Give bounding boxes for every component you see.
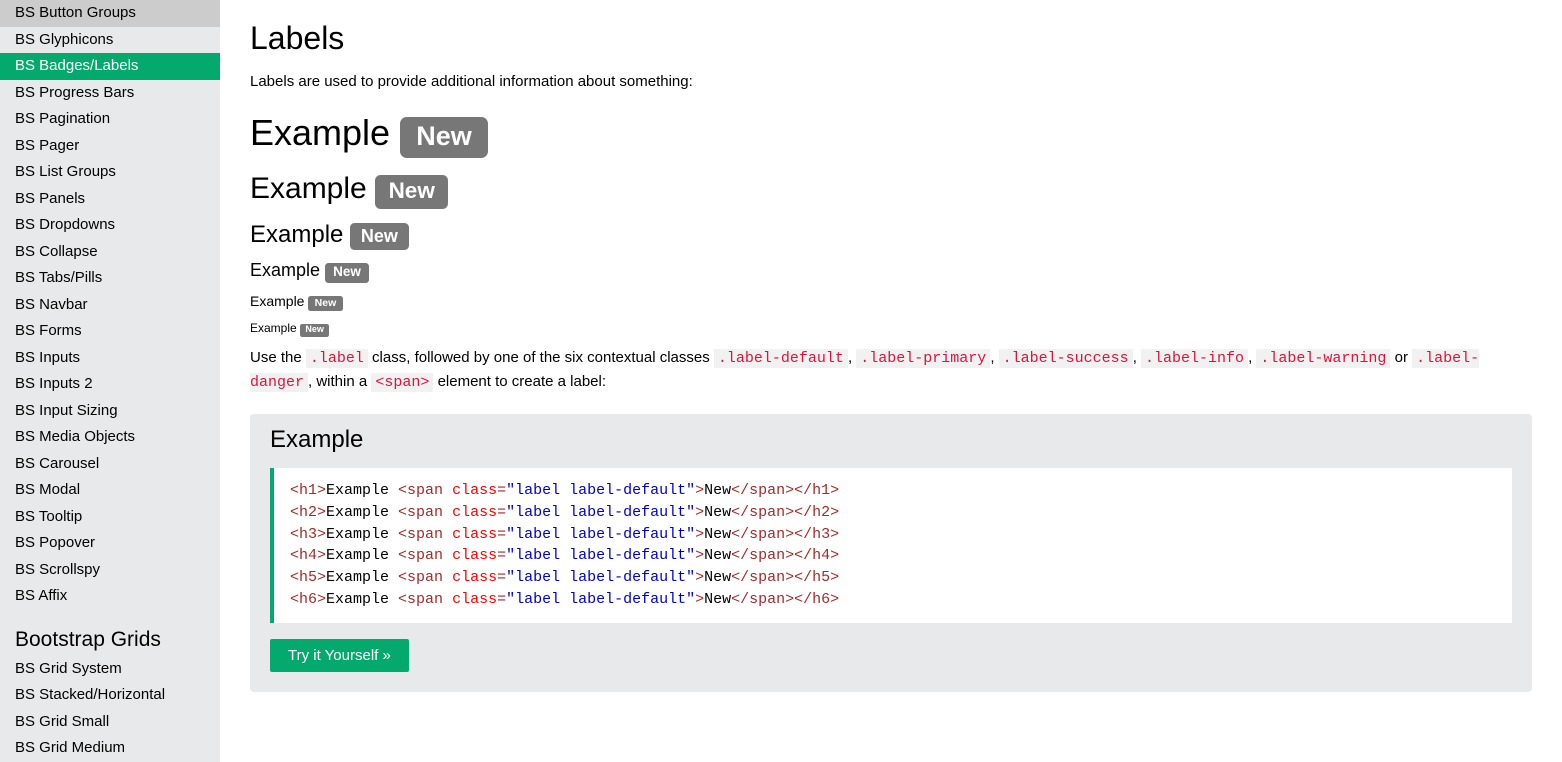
code-span: .label-warning (1256, 349, 1390, 368)
code-span: .label (306, 349, 368, 368)
sidebar-item[interactable]: BS Media Objects (0, 424, 220, 451)
example-text: Example (250, 221, 343, 248)
intro-text: Labels are used to provide additional in… (250, 71, 1532, 94)
label-badge: New (300, 324, 329, 337)
sidebar-item[interactable]: BS Stacked/Horizontal (0, 682, 220, 709)
code-span: .label-primary (856, 349, 990, 368)
sidebar-item[interactable]: BS Badges/Labels (0, 53, 220, 80)
label-badge: New (400, 117, 488, 157)
sidebar-item[interactable]: BS Popover (0, 530, 220, 557)
example-text: Example (250, 172, 367, 205)
sidebar-item[interactable]: BS Inputs (0, 345, 220, 372)
label-badge: New (375, 175, 448, 209)
sidebar-item[interactable]: BS Pagination (0, 106, 220, 133)
sidebar-item[interactable]: BS Grid Medium (0, 735, 220, 762)
main-content: Labels Labels are used to provide additi… (220, 0, 1562, 762)
sidebar-item[interactable]: BS Modal (0, 477, 220, 504)
code-block: <h1>Example <span class="label label-def… (270, 468, 1512, 623)
sidebar-item[interactable]: BS Forms (0, 318, 220, 345)
example-box: Example <h1>Example <span class="label l… (250, 414, 1532, 692)
example-text: Example (250, 260, 320, 280)
example-box-title: Example (270, 426, 1512, 454)
sidebar-item[interactable]: BS Grid System (0, 656, 220, 683)
sidebar-heading: Bootstrap Grids (0, 610, 220, 656)
sidebar-item[interactable]: BS Affix (0, 583, 220, 610)
code-span: <span> (371, 373, 433, 392)
sidebar-item[interactable]: BS Scrollspy (0, 557, 220, 584)
code-span: .label-success (999, 349, 1133, 368)
example-text: Example (250, 293, 304, 309)
label-badge: New (350, 223, 409, 250)
example-h3: Example New (250, 221, 1532, 250)
section-title: Labels (250, 20, 1532, 57)
sidebar-item[interactable]: BS Inputs 2 (0, 371, 220, 398)
example-h6: Example New (250, 321, 1532, 337)
code-span: .label-default (714, 349, 848, 368)
sidebar-item[interactable]: BS Collapse (0, 239, 220, 266)
sidebar-item[interactable]: BS Carousel (0, 451, 220, 478)
example-h5: Example New (250, 293, 1532, 312)
example-h1: Example New (250, 112, 1532, 158)
try-it-yourself-button[interactable]: Try it Yourself » (270, 639, 409, 672)
sidebar-item[interactable]: BS Input Sizing (0, 398, 220, 425)
sidebar-item[interactable]: BS List Groups (0, 159, 220, 186)
label-badge: New (325, 263, 369, 283)
sidebar-item[interactable]: BS Panels (0, 186, 220, 213)
example-h2: Example New (250, 172, 1532, 209)
description-text: Use the .label class, followed by one of… (250, 347, 1532, 394)
sidebar-item[interactable]: BS Pager (0, 133, 220, 160)
sidebar-item[interactable]: BS Button Groups (0, 0, 220, 27)
label-badge: New (308, 296, 342, 312)
sidebar: BS Button GroupsBS GlyphiconsBS Badges/L… (0, 0, 220, 762)
sidebar-item[interactable]: BS Tabs/Pills (0, 265, 220, 292)
example-text: Example (250, 112, 390, 153)
sidebar-item[interactable]: BS Tooltip (0, 504, 220, 531)
sidebar-item[interactable]: BS Grid Small (0, 709, 220, 736)
example-h4: Example New (250, 260, 1532, 283)
sidebar-item[interactable]: BS Dropdowns (0, 212, 220, 239)
code-span: .label-info (1141, 349, 1248, 368)
example-text: Example (250, 321, 297, 335)
sidebar-item[interactable]: BS Glyphicons (0, 27, 220, 54)
sidebar-item[interactable]: BS Progress Bars (0, 80, 220, 107)
sidebar-item[interactable]: BS Navbar (0, 292, 220, 319)
